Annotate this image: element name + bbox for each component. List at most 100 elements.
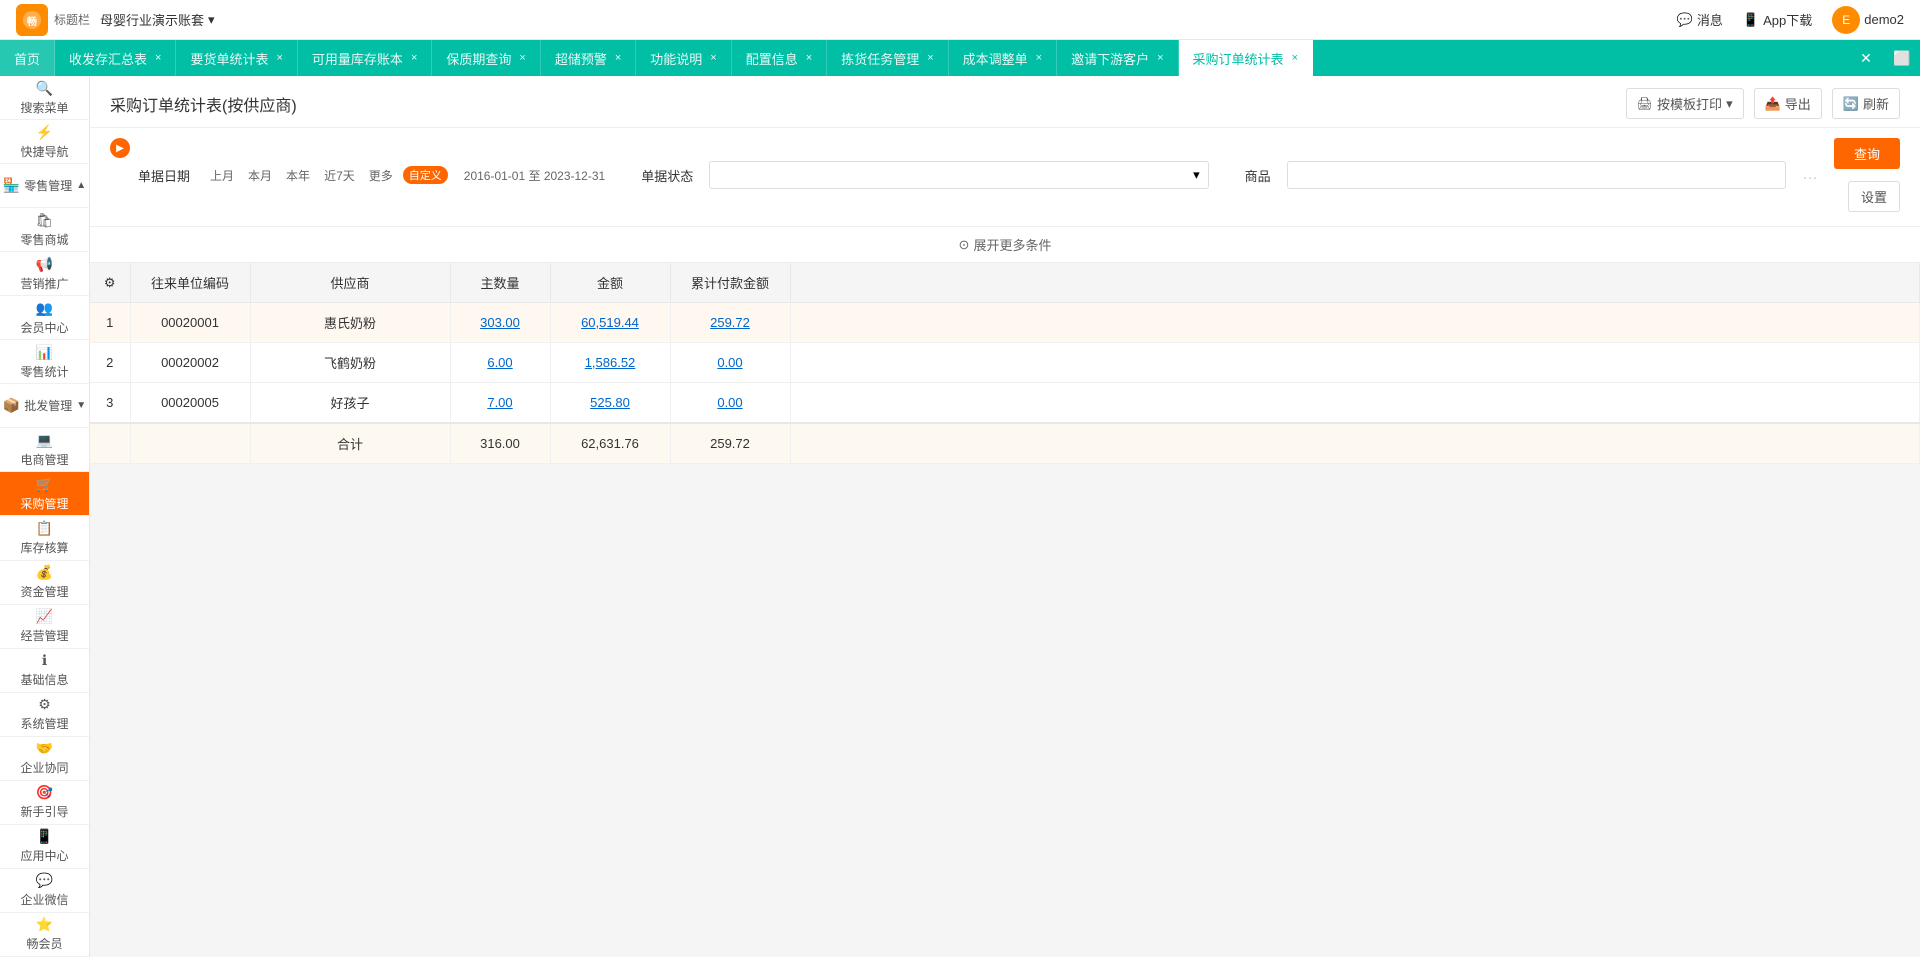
expand-icon: ⊙ — [959, 237, 970, 253]
header-actions: 🖨 按模板打印 ▾ 📤 导出 🔄 刷新 — [1626, 88, 1900, 119]
tab-shoufacun[interactable]: 收发存汇总表 × — [55, 40, 176, 76]
tab-label: 要货单统计表 — [190, 49, 268, 68]
tab-close-icon[interactable]: × — [1292, 52, 1298, 64]
tab-chengben[interactable]: 成本调整单 × — [949, 40, 1057, 76]
tab-home[interactable]: 首页 — [0, 40, 55, 76]
table-header-row: ⚙ 往来单位编码 供应商 主数量 金额 累计付款金额 — [90, 263, 1920, 303]
page-title: 采购订单统计表(按供应商) — [110, 92, 297, 116]
tab-close-icon[interactable]: × — [411, 52, 417, 64]
amount-link[interactable]: 1,586.52 — [585, 355, 636, 370]
tab-close-icon[interactable]: × — [519, 52, 525, 64]
tab-close-icon[interactable]: × — [615, 52, 621, 64]
user-menu[interactable]: E demo2 — [1832, 6, 1904, 34]
tab-baozhi[interactable]: 保质期查询 × — [432, 40, 540, 76]
chevron-down-icon: ▾ — [208, 12, 215, 28]
tab-label: 可用量库存账本 — [312, 49, 403, 68]
sidebar-item-inventory[interactable]: 📋 库存核算 — [0, 516, 89, 560]
amount-link[interactable]: 525.80 — [590, 395, 630, 410]
sidebar-item-wechat[interactable]: 💬 企业微信 — [0, 869, 89, 913]
tab-close-icon[interactable]: × — [710, 52, 716, 64]
sidebar-item-finance[interactable]: 💰 资金管理 — [0, 561, 89, 605]
tab-yaoqing[interactable]: 邀请下游客户 × — [1057, 40, 1178, 76]
sidebar-item-member[interactable]: 👥 会员中心 — [0, 296, 89, 340]
sidebar-item-retail-stats[interactable]: 📊 零售统计 — [0, 340, 89, 384]
filter-toggle-button[interactable]: ▶ — [110, 138, 130, 158]
shortcut-7days[interactable]: 近7天 — [320, 165, 359, 186]
tab-chaochuyujing[interactable]: 超储预警 × — [541, 40, 636, 76]
gear-icon[interactable]: ⚙ — [104, 275, 116, 290]
status-select[interactable]: ▾ — [709, 161, 1208, 189]
tab-restore-button[interactable]: ⬜ — [1884, 40, 1920, 76]
cell-extra — [790, 383, 1920, 424]
table-row: 2 00020002 飞鹤奶粉 6.00 1,586.52 0.00 — [90, 343, 1920, 383]
tab-caigou-active[interactable]: 采购订单统计表 × — [1179, 40, 1313, 76]
cell-code: 00020001 — [130, 303, 250, 343]
sidebar-item-app-center[interactable]: 📱 应用中心 — [0, 825, 89, 869]
paid-link[interactable]: 0.00 — [717, 395, 742, 410]
workspace-selector[interactable]: 母婴行业演示账套 ▾ — [100, 10, 215, 29]
tab-close-icon[interactable]: × — [276, 52, 282, 64]
tab-yaohuo[interactable]: 要货单统计表 × — [176, 40, 297, 76]
refresh-icon: 🔄 — [1843, 96, 1859, 112]
shortcut-more[interactable]: 更多 — [365, 165, 397, 186]
finance-icon: 💰 — [36, 564, 53, 581]
tab-close-icon[interactable]: × — [1036, 52, 1042, 64]
paid-link[interactable]: 0.00 — [717, 355, 742, 370]
logo-text: 标题栏 — [54, 11, 90, 28]
vip-icon: ⭐ — [36, 916, 53, 933]
logo-icon: 畅 — [16, 4, 48, 36]
print-button[interactable]: 🖨 按模板打印 ▾ — [1626, 88, 1744, 119]
sidebar-item-quick-nav[interactable]: ⚡ 快捷导航 — [0, 120, 89, 164]
refresh-button[interactable]: 🔄 刷新 — [1832, 88, 1900, 119]
tab-jianhuo[interactable]: 拣货任务管理 × — [827, 40, 948, 76]
tab-close-icon[interactable]: × — [1157, 52, 1163, 64]
sidebar-item-system[interactable]: ⚙ 系统管理 — [0, 693, 89, 737]
tab-peizhi[interactable]: 配置信息 × — [732, 40, 827, 76]
tab-close-all-button[interactable]: ✕ — [1848, 40, 1884, 76]
tab-close-icon[interactable]: × — [806, 52, 812, 64]
ecommerce-icon: 💻 — [36, 432, 53, 449]
settings-button[interactable]: 设置 — [1848, 181, 1900, 212]
qty-link[interactable]: 7.00 — [487, 395, 512, 410]
th-extra — [790, 263, 1920, 303]
top-bar: 畅 标题栏 母婴行业演示账套 ▾ 💬 消息 📱 App下载 E demo2 — [0, 0, 1920, 40]
tab-close-icon[interactable]: × — [927, 52, 933, 64]
sidebar-item-basic-info[interactable]: ℹ 基础信息 — [0, 649, 89, 693]
shortcut-last-month[interactable]: 上月 — [206, 165, 238, 186]
qty-link[interactable]: 6.00 — [487, 355, 512, 370]
shortcut-this-year[interactable]: 本年 — [282, 165, 314, 186]
paid-link[interactable]: 259.72 — [710, 315, 750, 330]
sidebar-item-purchase[interactable]: 🛒 采购管理 — [0, 472, 89, 516]
system-icon: ⚙ — [38, 696, 51, 713]
tab-label: 配置信息 — [746, 49, 798, 68]
chevron-down-icon: ▾ — [1193, 167, 1200, 183]
sidebar-item-retail-mgmt[interactable]: 🏪 零售管理 ▲ — [0, 164, 89, 208]
qty-link[interactable]: 303.00 — [480, 315, 520, 330]
tab-gongneng[interactable]: 功能说明 × — [636, 40, 731, 76]
sidebar-item-operations[interactable]: 📈 经营管理 — [0, 605, 89, 649]
sidebar-item-ecommerce[interactable]: 💻 电商管理 — [0, 428, 89, 472]
app-download-button[interactable]: 📱 App下载 — [1743, 10, 1812, 29]
sidebar-item-search[interactable]: 🔍 搜索菜单 — [0, 76, 89, 120]
cell-code: 00020002 — [130, 343, 250, 383]
sidebar-item-vip[interactable]: ⭐ 畅会员 — [0, 913, 89, 957]
top-bar-right: 💬 消息 📱 App下载 E demo2 — [1677, 6, 1904, 34]
search-button[interactable]: 查询 — [1834, 138, 1900, 169]
table-row: 3 00020005 好孩子 7.00 525.80 0.00 — [90, 383, 1920, 424]
amount-link[interactable]: 60,519.44 — [581, 315, 639, 330]
cell-amount: 1,586.52 — [550, 343, 670, 383]
sidebar-item-retail-shop[interactable]: 🛍 零售商城 — [0, 208, 89, 252]
export-button[interactable]: 📤 导出 — [1754, 88, 1822, 119]
tab-keyongliang[interactable]: 可用量库存账本 × — [298, 40, 432, 76]
sidebar-item-wholesale[interactable]: 📦 批发管理 ▼ — [0, 384, 89, 428]
enterprise-icon: 🤝 — [36, 740, 53, 757]
goods-more-icon[interactable]: … — [1802, 166, 1818, 184]
sidebar-item-guide[interactable]: 🎯 新手引导 — [0, 781, 89, 825]
sidebar-item-enterprise[interactable]: 🤝 企业协同 — [0, 737, 89, 781]
goods-input[interactable] — [1287, 161, 1786, 189]
shortcut-this-month[interactable]: 本月 — [244, 165, 276, 186]
message-button[interactable]: 💬 消息 — [1677, 10, 1723, 29]
tab-close-icon[interactable]: × — [155, 52, 161, 64]
sidebar-item-marketing[interactable]: 📢 营销推广 — [0, 252, 89, 296]
expand-more-button[interactable]: ⊙ 展开更多条件 — [959, 235, 1052, 254]
